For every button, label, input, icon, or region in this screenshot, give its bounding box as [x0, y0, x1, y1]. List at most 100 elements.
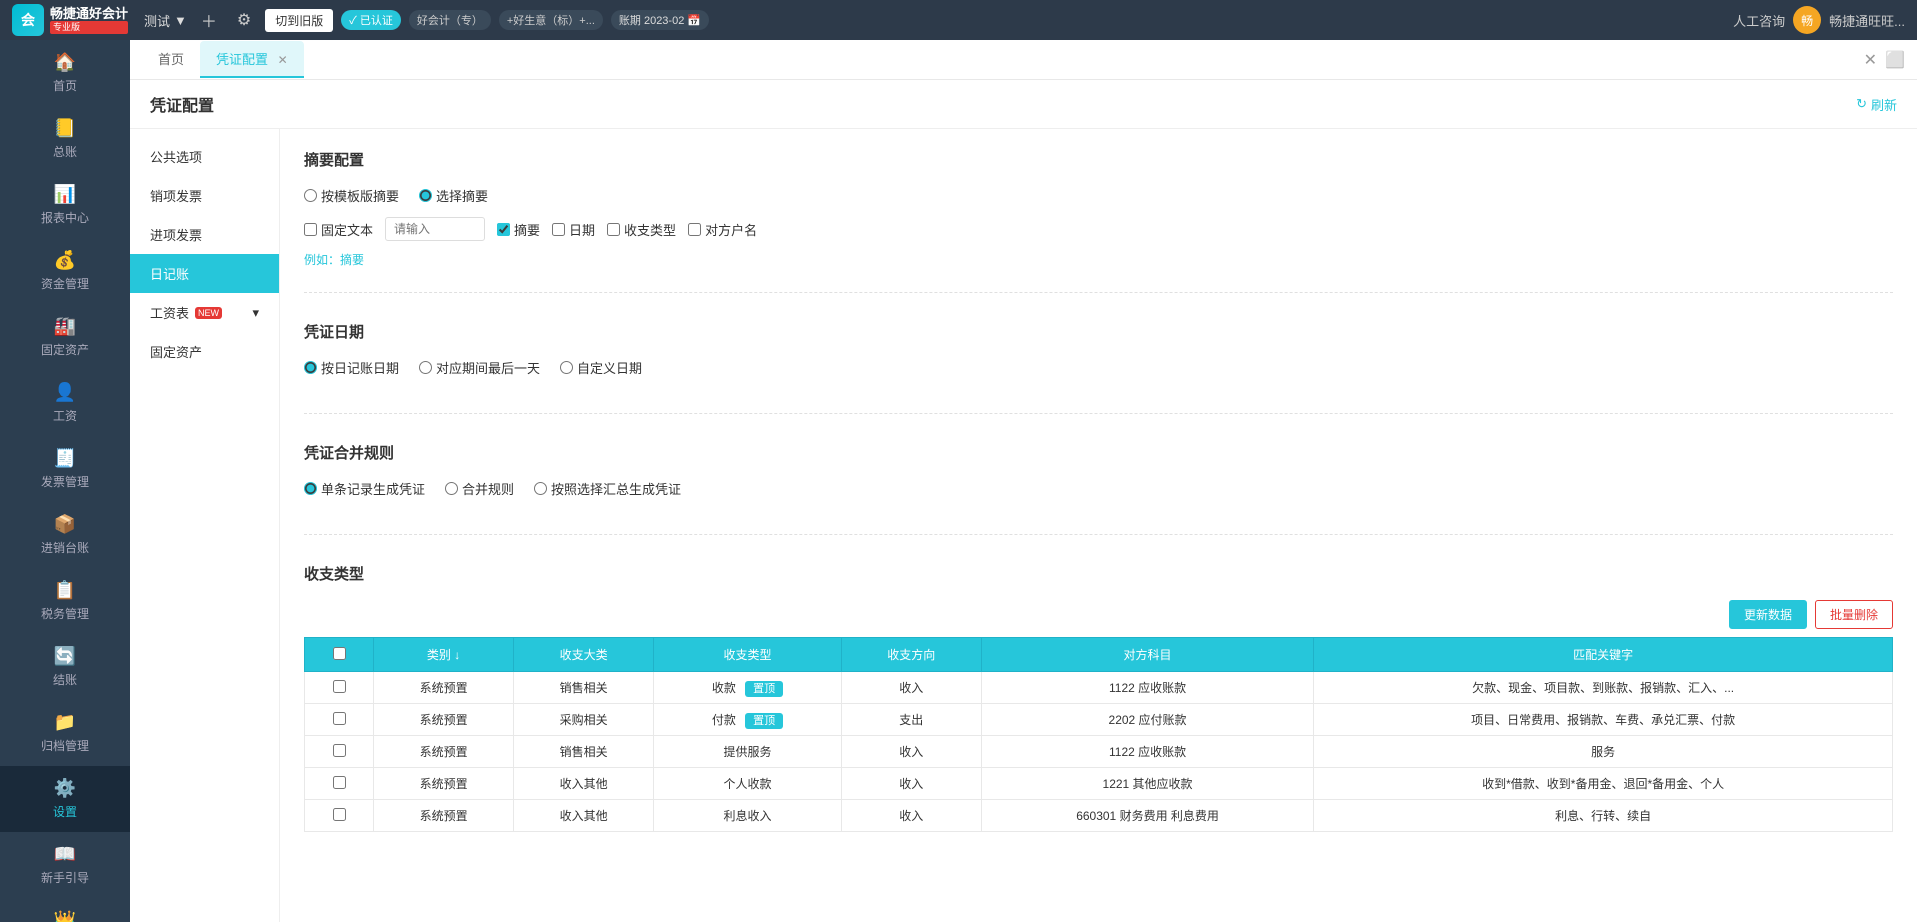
plus-icon[interactable]: ＋ — [195, 6, 223, 34]
checkbox-summary[interactable]: 摘要 — [497, 220, 540, 239]
test-label[interactable]: 测试 ▼ — [144, 11, 187, 30]
table-row: 系统预置 销售相关 收款 置顶 收入 1122 应收账款 欠款、现金、项目款、到… — [305, 672, 1893, 704]
table-header-bar: 更新数据 批量删除 — [304, 600, 1893, 629]
radio-select[interactable]: 选择摘要 — [419, 186, 488, 205]
sidebar-item-guide[interactable]: 📖 新手引导 — [0, 832, 130, 898]
logo-text: 畅捷通好会计 专业版 — [50, 6, 128, 34]
sidebar: 🏠 首页 📒 总账 📊 报表中心 💰 资金管理 🏭 固定资产 👤 工资 — [0, 40, 130, 922]
left-nav-public[interactable]: 公共选项 — [130, 137, 279, 176]
sidebar-item-label: 设置 — [53, 803, 77, 820]
left-nav-diary[interactable]: 日记账 — [130, 254, 279, 293]
window-close-icon[interactable]: ✕ — [1864, 50, 1877, 70]
top-tag[interactable]: 置顶 — [745, 681, 783, 697]
tab-bar: 首页 凭证配置 ✕ ✕ ⬜ — [130, 40, 1917, 80]
select-all-checkbox[interactable] — [333, 647, 346, 660]
merge-rule-radio-group: 单条记录生成凭证 合并规则 按照选择汇总生成凭证 — [304, 479, 1893, 498]
sidebar-item-inventory[interactable]: 📦 进销台账 — [0, 502, 130, 568]
tab-voucher-config[interactable]: 凭证配置 ✕ — [200, 41, 304, 78]
checkbox-type[interactable]: 收支类型 — [607, 220, 676, 239]
config-content: 摘要配置 按模板版摘要 选择摘要 — [280, 129, 1917, 922]
consult-label[interactable]: 人工咨询 — [1733, 11, 1785, 30]
sidebar-item-label: 进销台账 — [41, 539, 89, 556]
cell-keywords: 利息、行转、续自 — [1314, 800, 1893, 832]
radio-diary-date[interactable]: 按日记账日期 — [304, 358, 399, 377]
voucher-date-radio-group: 按日记账日期 对应期间最后一天 自定义日期 — [304, 358, 1893, 377]
cell-direction: 支出 — [841, 704, 981, 736]
left-nav-sales-invoice[interactable]: 销项发票 — [130, 176, 279, 215]
voucher-date-section: 凭证日期 按日记账日期 对应期间最后一天 — [304, 321, 1893, 414]
left-nav-payroll[interactable]: 工资表 NEW ▾ — [130, 293, 279, 332]
settings-icon[interactable]: ⚙ — [231, 8, 257, 32]
cell-major: 收入其他 — [514, 768, 654, 800]
sidebar-item-label: 发票管理 — [41, 473, 89, 490]
sidebar-item-invoice[interactable]: 🧾 发票管理 — [0, 436, 130, 502]
sidebar-item-assets[interactable]: 🏭 固定资产 — [0, 304, 130, 370]
salary-icon: 👤 — [54, 382, 76, 403]
inventory-icon: 📦 — [54, 514, 76, 535]
period-badge: 账期 2023-02 📅 — [611, 10, 709, 30]
th-major: 收支大类 — [514, 638, 654, 672]
content-area: 首页 凭证配置 ✕ ✕ ⬜ 凭证配置 ↻ 刷新 — [130, 40, 1917, 922]
guide-icon: 📖 — [54, 844, 76, 865]
sidebar-item-archive[interactable]: 📁 归档管理 — [0, 700, 130, 766]
sidebar-item-ledger[interactable]: 📒 总账 — [0, 106, 130, 172]
sidebar-item-close[interactable]: 🔄 结账 — [0, 634, 130, 700]
tab-home[interactable]: 首页 — [142, 41, 200, 78]
sidebar-item-label: 新手引导 — [41, 869, 89, 886]
left-nav-fixed-assets[interactable]: 固定资产 — [130, 332, 279, 371]
cell-checkbox — [305, 672, 374, 704]
th-category[interactable]: 类别 ↓ — [374, 638, 514, 672]
cell-category: 系统预置 — [374, 704, 514, 736]
refresh-button[interactable]: ↻ 刷新 — [1856, 95, 1897, 114]
top-tag[interactable]: 置顶 — [745, 713, 783, 729]
th-checkbox — [305, 638, 374, 672]
radio-merge[interactable]: 合并规则 — [445, 479, 514, 498]
checkbox-date[interactable]: 日期 — [552, 220, 595, 239]
update-data-button[interactable]: 更新数据 — [1729, 600, 1807, 629]
radio-single[interactable]: 单条记录生成凭证 — [304, 479, 425, 498]
cell-type: 利息收入 — [654, 800, 842, 832]
sidebar-item-reports[interactable]: 📊 报表中心 — [0, 172, 130, 238]
gear-icon: ⚙️ — [54, 778, 76, 799]
fixed-text-input[interactable] — [385, 217, 485, 241]
sidebar-item-label: 归档管理 — [41, 737, 89, 754]
radio-custom-date[interactable]: 自定义日期 — [560, 358, 642, 377]
sidebar-item-label: 首页 — [53, 77, 77, 94]
sidebar-item-settings[interactable]: ⚙️ 设置 — [0, 766, 130, 832]
th-account: 对方科目 — [981, 638, 1313, 672]
checkbox-row: 固定文本 摘要 日期 — [304, 217, 1893, 241]
page-header: 凭证配置 ↻ 刷新 — [130, 80, 1917, 129]
window-maximize-icon[interactable]: ⬜ — [1885, 50, 1905, 70]
sidebar-item-funds[interactable]: 💰 资金管理 — [0, 238, 130, 304]
income-expense-table: 类别 ↓ 收支大类 收支类型 收支方向 对方科目 匹配关键字 — [304, 637, 1893, 832]
sidebar-item-salary[interactable]: 👤 工资 — [0, 370, 130, 436]
cell-category: 系统预置 — [374, 672, 514, 704]
sidebar-item-label: 资金管理 — [41, 275, 89, 292]
checkbox-fixed-text[interactable]: 固定文本 — [304, 220, 373, 239]
cell-type: 收款 置顶 — [654, 672, 842, 704]
sidebar-item-member[interactable]: 👑 畅会员 — [0, 898, 130, 922]
th-type: 收支类型 — [654, 638, 842, 672]
cell-account: 2202 应付账款 — [981, 704, 1313, 736]
sidebar-item-label: 工资 — [53, 407, 77, 424]
checkbox-counterparty[interactable]: 对方户名 — [688, 220, 757, 239]
sidebar-item-label: 结账 — [53, 671, 77, 688]
radio-summary[interactable]: 按照选择汇总生成凭证 — [534, 479, 681, 498]
batch-delete-button[interactable]: 批量删除 — [1815, 600, 1893, 629]
cell-keywords: 项目、日常费用、报销款、车费、承兑汇票、付款 — [1314, 704, 1893, 736]
cell-direction: 收入 — [841, 800, 981, 832]
tab-close-icon[interactable]: ✕ — [278, 53, 288, 67]
chevron-down-icon: ▾ — [252, 305, 259, 321]
cell-keywords: 收到*借款、收到*备用金、退回*备用金、个人 — [1314, 768, 1893, 800]
sidebar-item-home[interactable]: 🏠 首页 — [0, 40, 130, 106]
th-keywords: 匹配关键字 — [1314, 638, 1893, 672]
sidebar-item-tax[interactable]: 📋 税务管理 — [0, 568, 130, 634]
left-nav-purchase-invoice[interactable]: 进项发票 — [130, 215, 279, 254]
top-bar-middle: 测试 ▼ ＋ ⚙ 切到旧版 ✓ 已认证 好会计（专） +好生意（标）+... 账… — [144, 6, 1733, 34]
radio-last-day[interactable]: 对应期间最后一天 — [419, 358, 540, 377]
cell-direction: 收入 — [841, 736, 981, 768]
radio-template[interactable]: 按模板版摘要 — [304, 186, 399, 205]
switch-version-button[interactable]: 切到旧版 — [265, 9, 333, 32]
funds-icon: 💰 — [54, 250, 76, 271]
tag1: 好会计（专） — [409, 10, 491, 30]
